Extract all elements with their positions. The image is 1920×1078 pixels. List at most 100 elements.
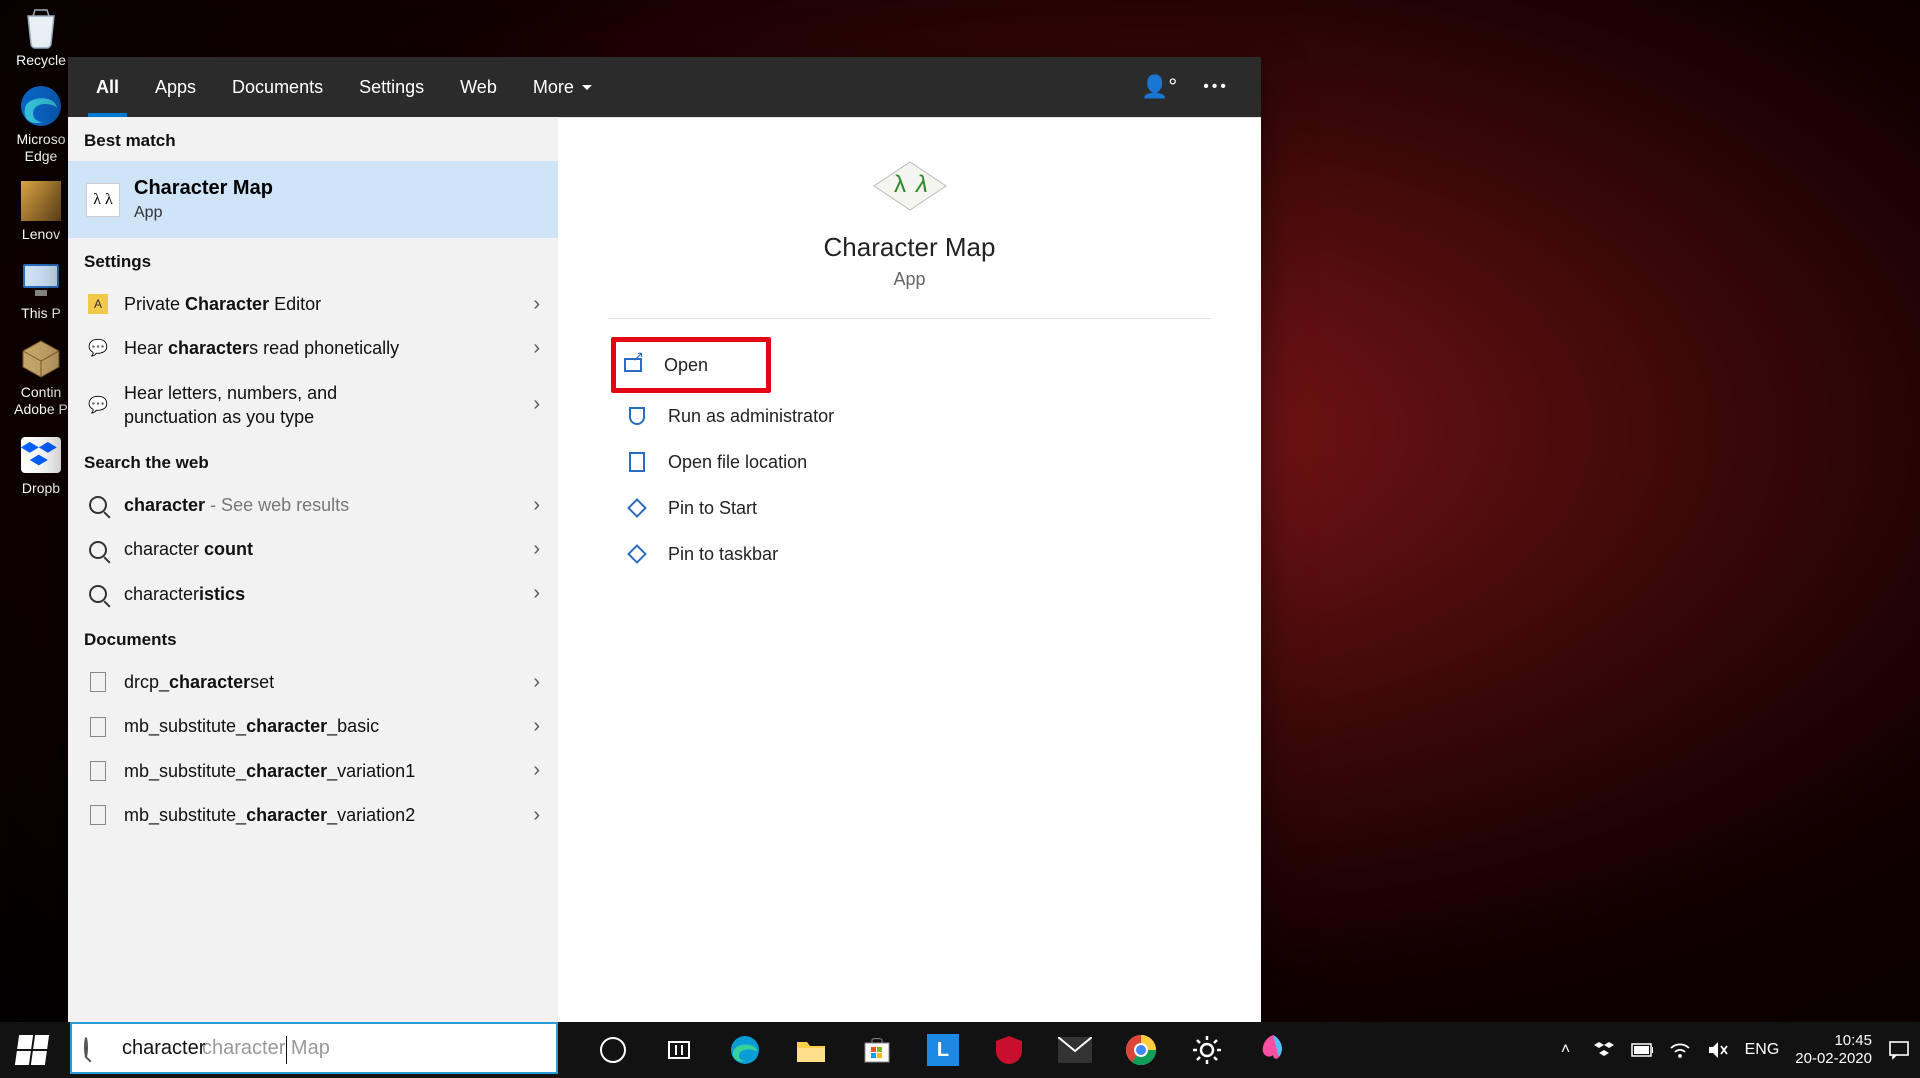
desktop-icon-label: Microso Edge (6, 131, 76, 165)
tray-clock[interactable]: 10:45 20-02-2020 (1795, 1032, 1872, 1068)
dropbox-icon (18, 432, 64, 478)
result-doc-mb-var1[interactable]: mb_substitute_character_variation1 (68, 749, 558, 793)
detail-title: Character Map (824, 232, 996, 263)
tray-chevron-up-icon[interactable]: ˄ (1555, 1039, 1577, 1061)
section-documents: Documents (68, 616, 558, 660)
desktop-icon-edge[interactable]: Microso Edge (6, 83, 76, 165)
result-subtitle: App (134, 204, 273, 222)
chevron-right-icon (533, 337, 540, 360)
taskbar-cortana[interactable] (584, 1022, 642, 1078)
result-best-match-character-map[interactable]: λ λ Character Map App (68, 161, 558, 238)
result-settings-hear-letters[interactable]: 💬 Hear letters, numbers, and punctuation… (68, 371, 558, 440)
shield-icon (626, 405, 648, 427)
desktop-icon-dropbox[interactable]: Dropb (6, 432, 76, 497)
desktop-icon-label: Recycle (16, 52, 66, 69)
action-open-file-location[interactable]: Open file location (616, 439, 1223, 485)
result-doc-mb-basic[interactable]: mb_substitute_character_basic (68, 704, 558, 748)
character-map-icon: λ λ (86, 183, 120, 217)
detail-subtitle: App (893, 269, 925, 290)
taskbar-app-paint[interactable] (1244, 1022, 1302, 1078)
tab-documents[interactable]: Documents (214, 57, 341, 117)
taskbar-app-mcafee[interactable] (980, 1022, 1038, 1078)
chrome-icon (1125, 1034, 1157, 1066)
chevron-right-icon (533, 582, 540, 605)
action-center-icon[interactable] (1888, 1039, 1910, 1061)
result-title: Character Map (134, 177, 273, 200)
volume-muted-icon[interactable] (1707, 1039, 1729, 1061)
pin-icon (626, 543, 648, 565)
character-map-hero-icon: λλ (864, 156, 956, 214)
result-web-characteristics[interactable]: characteristics (68, 572, 558, 616)
desktop-icon-this-pc[interactable]: This P (6, 257, 76, 322)
recycle-bin-icon (18, 4, 64, 50)
cortana-icon (600, 1037, 626, 1063)
taskbar-app-settings[interactable] (1178, 1022, 1236, 1078)
action-open[interactable]: Open (611, 337, 771, 393)
start-button[interactable] (0, 1022, 64, 1078)
result-settings-hear-characters[interactable]: 💬 Hear characters read phonetically (68, 326, 558, 370)
desktop-icon-label: Lenov (22, 226, 60, 243)
tab-settings[interactable]: Settings (341, 57, 442, 117)
battery-icon[interactable] (1631, 1039, 1653, 1061)
wifi-icon[interactable] (1669, 1039, 1691, 1061)
system-tray: ˄ ENG 10:45 20-02-2020 (1555, 1032, 1920, 1068)
pc-icon (18, 257, 64, 303)
taskbar-task-view[interactable] (650, 1022, 708, 1078)
search-icon (86, 493, 110, 517)
task-view-icon (668, 1041, 690, 1059)
document-icon (86, 759, 110, 783)
desktop-icon-label: Dropb (22, 480, 60, 497)
chevron-right-icon (533, 715, 540, 738)
taskbar-app-store[interactable] (848, 1022, 906, 1078)
document-icon (86, 670, 110, 694)
edge-icon (729, 1034, 761, 1066)
taskbar-app-edge[interactable] (716, 1022, 774, 1078)
settings-item-icon: A (86, 292, 110, 316)
narrator-icon: 💬 (86, 336, 110, 360)
search-icon (84, 1039, 88, 1057)
dropbox-tray-icon[interactable] (1593, 1039, 1615, 1061)
search-input[interactable] (100, 1037, 544, 1060)
tab-more[interactable]: More (515, 57, 610, 117)
taskbar-app-mail[interactable] (1046, 1022, 1104, 1078)
paint-icon (1259, 1033, 1287, 1067)
chevron-right-icon (533, 494, 540, 517)
result-doc-mb-var2[interactable]: mb_substitute_character_variation2 (68, 793, 558, 837)
desktop-icons: Recycle Microso Edge Lenov This P Contin… (6, 4, 76, 496)
section-best-match: Best match (68, 117, 558, 161)
chevron-right-icon (533, 804, 540, 827)
section-settings: Settings (68, 238, 558, 282)
tab-apps[interactable]: Apps (137, 57, 214, 117)
result-web-character-count[interactable]: character count (68, 527, 558, 571)
taskbar-app-l[interactable]: L (914, 1022, 972, 1078)
taskbar-app-explorer[interactable] (782, 1022, 840, 1078)
more-options-icon[interactable]: ••• (1203, 78, 1229, 96)
result-settings-private-character-editor[interactable]: A Private Character Editor (68, 282, 558, 326)
action-run-as-admin[interactable]: Run as administrator (616, 393, 1223, 439)
result-web-character[interactable]: character - See web results (68, 483, 558, 527)
desktop-icon-lenovo[interactable]: Lenov (6, 178, 76, 243)
folder-icon (626, 451, 648, 473)
action-pin-to-start[interactable]: Pin to Start (616, 485, 1223, 531)
tab-all[interactable]: All (78, 57, 137, 117)
svg-text:λ: λ (914, 171, 928, 198)
narrator-icon: 💬 (86, 393, 110, 417)
tab-web[interactable]: Web (442, 57, 515, 117)
feedback-icon[interactable]: 👤° (1141, 74, 1177, 100)
photo-icon (18, 178, 64, 224)
action-pin-to-taskbar[interactable]: Pin to taskbar (616, 531, 1223, 577)
document-icon (86, 715, 110, 739)
desktop-icon-label: This P (21, 305, 61, 322)
result-doc-drcp-characterset[interactable]: drcp_characterset (68, 660, 558, 704)
mail-icon (1058, 1037, 1092, 1063)
mcafee-icon (994, 1034, 1024, 1066)
search-icon (86, 582, 110, 606)
taskbar-app-chrome[interactable] (1112, 1022, 1170, 1078)
desktop-icon-recycle-bin[interactable]: Recycle (6, 4, 76, 69)
l-app-icon: L (927, 1034, 959, 1066)
taskbar-search-box[interactable]: character Map character (70, 1022, 558, 1074)
tray-language[interactable]: ENG (1745, 1041, 1780, 1059)
search-filter-tabs: All Apps Documents Settings Web More 👤° … (68, 57, 1261, 117)
desktop-icon-adobe[interactable]: Contin Adobe P (6, 336, 76, 418)
search-icon (86, 538, 110, 562)
